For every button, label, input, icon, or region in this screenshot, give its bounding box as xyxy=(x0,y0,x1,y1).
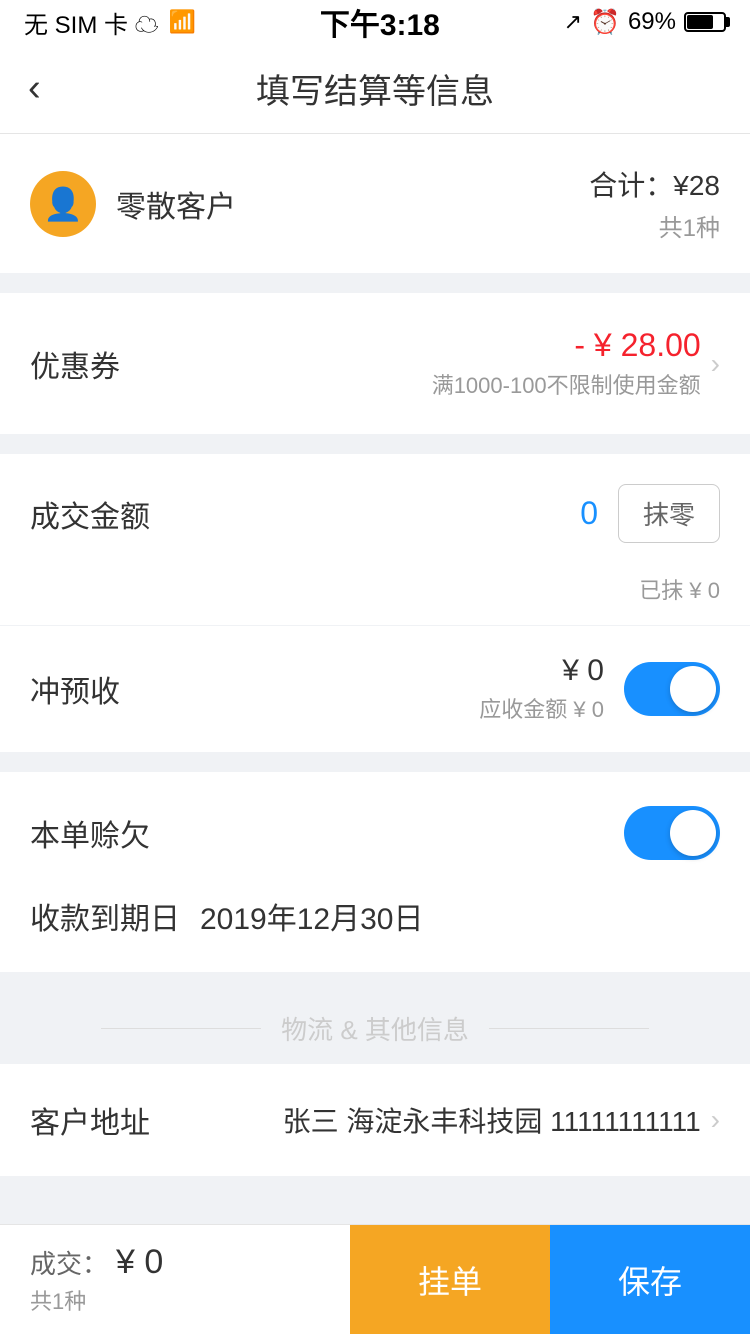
address-section: 客户地址 张三 海淀永丰科技园 11111111111 › xyxy=(0,1064,750,1176)
bottom-count: 共1种 xyxy=(30,1284,320,1316)
customer-section: 👤 零散客户 合计：¥28 共1种 xyxy=(0,134,750,273)
logistics-label: 物流 & 其他信息 xyxy=(101,1010,649,1047)
prepay-toggle[interactable] xyxy=(624,662,720,716)
back-button[interactable]: ‹ xyxy=(28,67,41,110)
coupon-label: 优惠券 xyxy=(30,342,120,386)
location-icon: ↗ xyxy=(564,9,582,35)
due-date-row: 收款到期日 2019年12月30日 xyxy=(0,894,750,972)
prepay-amount-block: ¥ 0 应收金额 ¥ 0 xyxy=(479,654,604,724)
customer-name: 零散客户 xyxy=(116,182,236,226)
chevron-right-icon: › xyxy=(711,348,720,380)
already-rounded: 已抹 ¥ 0 xyxy=(0,573,750,625)
address-row[interactable]: 客户地址 张三 海淀永丰科技园 11111111111 › xyxy=(0,1064,750,1176)
prepay-receivable: 应收金额 ¥ 0 xyxy=(479,692,604,724)
debt-section: 本单赊欠 收款到期日 2019年12月30日 xyxy=(0,772,750,972)
debt-toggle[interactable] xyxy=(624,806,720,860)
save-button[interactable]: 保存 xyxy=(550,1225,750,1334)
coupon-section: 优惠券 - ¥ 28.00 满1000-100不限制使用金额 › xyxy=(0,293,750,434)
due-date-label: 收款到期日 xyxy=(30,894,180,938)
person-icon: 👤 xyxy=(43,185,83,223)
bottom-amount: ¥ 0 xyxy=(116,1243,163,1282)
sim-status: 无 SIM 卡 ☁ xyxy=(24,5,159,40)
address-chevron-icon: › xyxy=(711,1104,720,1136)
transaction-section: 成交金额 0 抹零 已抹 ¥ 0 冲预收 ¥ 0 应收金额 ¥ 0 xyxy=(0,454,750,752)
customer-right: 合计：¥28 共1种 xyxy=(589,164,720,243)
customer-count: 共1种 xyxy=(589,208,720,243)
bottom-left: 成交： ¥ 0 共1种 xyxy=(0,1243,350,1316)
status-time: 下午3:18 xyxy=(320,0,440,44)
prepay-row: 冲预收 ¥ 0 应收金额 ¥ 0 xyxy=(0,625,750,752)
debt-label: 本单赊欠 xyxy=(30,811,150,855)
debt-toggle-knob xyxy=(670,810,716,856)
nav-bar: ‹ 填写结算等信息 xyxy=(0,44,750,134)
coupon-row[interactable]: 优惠券 - ¥ 28.00 满1000-100不限制使用金额 › xyxy=(0,293,750,434)
coupon-right: - ¥ 28.00 满1000-100不限制使用金额 › xyxy=(432,327,720,400)
prepay-label: 冲预收 xyxy=(30,667,120,711)
transaction-right: 0 抹零 xyxy=(580,484,720,543)
hang-button[interactable]: 挂单 xyxy=(350,1225,550,1334)
status-left: 无 SIM 卡 ☁ 📶 xyxy=(24,5,196,40)
coupon-desc: 满1000-100不限制使用金额 xyxy=(432,368,701,400)
address-value: 张三 海淀永丰科技园 11111111111 xyxy=(180,1100,701,1140)
page-title: 填写结算等信息 xyxy=(256,64,494,113)
wifi-icon: 📶 xyxy=(169,9,196,35)
customer-total: 合计：¥28 xyxy=(589,164,720,204)
status-right: ↗ ⏰ 69% xyxy=(564,8,726,37)
bottom-bar: 成交： ¥ 0 共1种 挂单 保存 xyxy=(0,1224,750,1334)
coupon-amount: - ¥ 28.00 xyxy=(432,327,701,364)
customer-left: 👤 零散客户 xyxy=(30,171,236,237)
status-bar: 无 SIM 卡 ☁ 📶 下午3:18 ↗ ⏰ 69% xyxy=(0,0,750,44)
prepay-right: ¥ 0 应收金额 ¥ 0 xyxy=(479,654,720,724)
customer-avatar: 👤 xyxy=(30,171,96,237)
bottom-deal-row: 成交： ¥ 0 xyxy=(30,1243,320,1282)
coupon-info: - ¥ 28.00 满1000-100不限制使用金额 xyxy=(432,327,701,400)
address-label: 客户地址 xyxy=(30,1098,150,1142)
transaction-label: 成交金额 xyxy=(30,492,150,536)
battery-icon xyxy=(684,12,726,32)
alarm-icon: ⏰ xyxy=(590,8,620,37)
debt-row: 本单赊欠 xyxy=(0,772,750,894)
content-area: 👤 零散客户 合计：¥28 共1种 优惠券 - ¥ 28.00 满1000-10… xyxy=(0,134,750,1316)
toggle-knob xyxy=(670,666,716,712)
round-zero-button[interactable]: 抹零 xyxy=(618,484,720,543)
battery-percent: 69% xyxy=(628,8,676,36)
due-date-value: 2019年12月30日 xyxy=(200,894,423,938)
bottom-deal-label: 成交： xyxy=(30,1244,108,1281)
transaction-row: 成交金额 0 抹零 xyxy=(0,454,750,573)
battery-fill xyxy=(687,15,713,29)
logistics-divider: 物流 & 其他信息 xyxy=(0,992,750,1064)
transaction-amount: 0 xyxy=(580,495,598,532)
prepay-amount: ¥ 0 xyxy=(479,654,604,688)
